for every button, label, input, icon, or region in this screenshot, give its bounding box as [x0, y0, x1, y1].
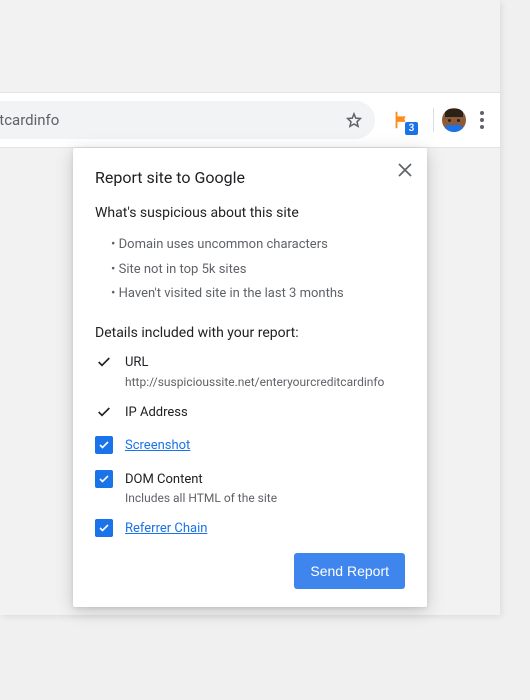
report-popup: Report site to Google What's suspicious … — [73, 148, 427, 607]
popup-title: Report site to Google — [95, 168, 405, 187]
detail-ip-label: IP Address — [125, 403, 405, 423]
checkbox-checked-icon[interactable] — [95, 470, 113, 488]
detail-dom-label: DOM Content — [125, 470, 405, 490]
flag-badge-count: 3 — [404, 121, 419, 136]
omnibox[interactable]: litcardinfo — [0, 101, 375, 139]
detail-url-label: URL — [125, 353, 405, 373]
omnibox-url-fragment: litcardinfo — [0, 111, 59, 129]
menu-kebab-icon[interactable] — [476, 107, 488, 133]
popup-subtitle: What's suspicious about this site — [95, 205, 405, 221]
bookmark-star-icon[interactable] — [345, 111, 363, 129]
flag-extension-icon[interactable]: 3 — [389, 107, 415, 133]
reason-item: Haven't visited site in the last 3 month… — [111, 282, 405, 307]
details-title: Details included with your report: — [95, 325, 405, 341]
send-report-button[interactable]: Send Report — [294, 553, 405, 589]
checkmark-icon — [95, 353, 113, 371]
detail-referrer: Referrer Chain — [95, 519, 405, 539]
reason-item: Site not in top 5k sites — [111, 258, 405, 283]
checkbox-checked-icon[interactable] — [95, 436, 113, 454]
detail-ip: IP Address — [95, 403, 405, 423]
reason-item: Domain uses uncommon characters — [111, 233, 405, 258]
popup-actions: Send Report — [95, 553, 405, 589]
toolbar-separator — [433, 108, 434, 132]
browser-toolbar: litcardinfo 3 — [0, 92, 500, 148]
detail-dom: DOM Content Includes all HTML of the sit… — [95, 470, 405, 506]
detail-screenshot: Screenshot — [95, 436, 405, 456]
checkmark-icon — [95, 403, 113, 421]
detail-referrer-link[interactable]: Referrer Chain — [125, 519, 405, 539]
close-icon[interactable] — [395, 160, 415, 180]
profile-avatar[interactable] — [442, 108, 466, 132]
detail-url: URL http://suspicioussite.net/enteryourc… — [95, 353, 405, 389]
detail-url-value: http://suspicioussite.net/enteryourcredi… — [125, 375, 405, 389]
detail-dom-sub: Includes all HTML of the site — [125, 491, 405, 505]
detail-screenshot-link[interactable]: Screenshot — [125, 436, 405, 456]
checkbox-checked-icon[interactable] — [95, 519, 113, 537]
reasons-list: Domain uses uncommon characters Site not… — [111, 233, 405, 307]
